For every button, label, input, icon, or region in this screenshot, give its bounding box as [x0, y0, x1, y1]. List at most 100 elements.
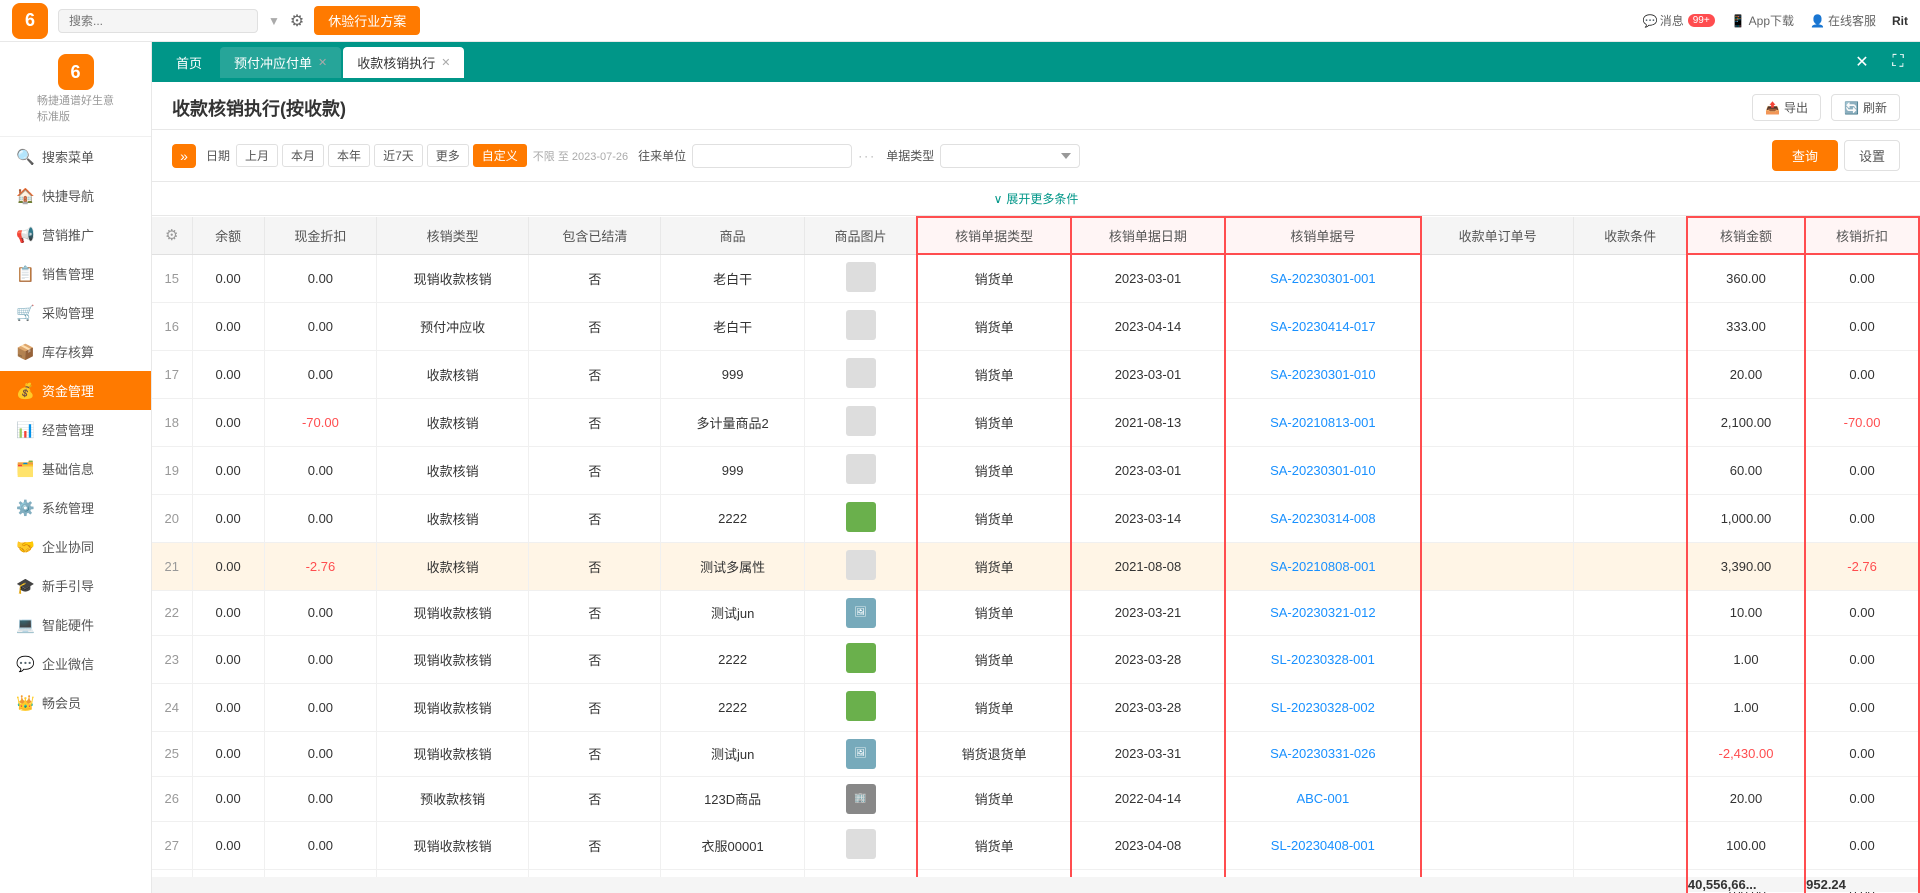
setting-btn[interactable]: 设置	[1844, 140, 1900, 171]
table-container[interactable]: ⚙ 余额 现金折扣 核销类型 包含已结清 商品 商品图片 核销单据类型 核销单据…	[152, 216, 1920, 893]
date-btn-custom[interactable]: 自定义	[473, 144, 527, 167]
sidebar-item-wechat[interactable]: 💬 企业微信	[0, 644, 151, 683]
cell-bill-no[interactable]: SA-20210813-001	[1225, 398, 1421, 446]
expand-more-btn[interactable]: ∨ 展开更多条件	[984, 186, 1089, 211]
partner-input[interactable]	[692, 144, 852, 168]
sidebar-item-purchase[interactable]: 🛒 采购管理	[0, 293, 151, 332]
billtype-select[interactable]	[940, 144, 1080, 168]
user-name[interactable]: Rit	[1892, 14, 1908, 28]
cell-bill-no[interactable]: SA-20230314-008	[1225, 494, 1421, 542]
bill-no-link[interactable]: SA-20230301-001	[1270, 271, 1376, 286]
sidebar-item-marketing[interactable]: 📢 营销推广	[0, 215, 151, 254]
query-btn[interactable]: 查询	[1772, 140, 1838, 171]
inventory-icon: 📦	[16, 343, 34, 361]
sidebar-item-bizmanage[interactable]: 📊 经营管理	[0, 410, 151, 449]
bill-no-link[interactable]: SA-20210813-001	[1270, 415, 1376, 430]
cell-bill-date: 2023-03-01	[1071, 446, 1225, 494]
date-btn-thismonth[interactable]: 本月	[282, 144, 324, 167]
refresh-btn[interactable]: 🔄 刷新	[1831, 94, 1900, 121]
sidebar-item-quicknav[interactable]: 🏠 快捷导航	[0, 176, 151, 215]
cell-bill-no[interactable]: SA-20210808-001	[1225, 542, 1421, 590]
cell-goods: 2222	[661, 494, 804, 542]
gear-icon[interactable]: ⚙	[165, 227, 178, 244]
cell-include-settled: 否	[529, 635, 661, 683]
cell-bill-no[interactable]: ABC-001	[1225, 776, 1421, 821]
filter-expand-btn[interactable]: »	[172, 144, 196, 168]
cell-bill-no[interactable]: SL-20230328-001	[1225, 635, 1421, 683]
bill-no-link[interactable]: SA-20230321-012	[1270, 605, 1376, 620]
tab-close-prepay[interactable]: ✕	[318, 56, 327, 69]
sidebar-label: 快捷导航	[42, 186, 94, 205]
msg-area[interactable]: 💬 消息 99+	[1643, 12, 1715, 29]
cell-bill-no[interactable]: SL-20230328-002	[1225, 683, 1421, 731]
bill-no-link[interactable]: SA-20230301-010	[1270, 367, 1376, 382]
bill-no-link[interactable]: SL-20230328-001	[1271, 652, 1375, 667]
sidebar-item-basicinfo[interactable]: 🗂️ 基础信息	[0, 449, 151, 488]
bill-no-link[interactable]: SA-20230314-008	[1270, 511, 1376, 526]
tab-close-btn[interactable]: ✕	[1848, 48, 1876, 76]
logo-icon: 6	[12, 3, 48, 39]
cell-verify-type: 现销收款核销	[377, 731, 529, 776]
bill-no-link[interactable]: SA-20230414-017	[1270, 319, 1376, 334]
sidebar-item-sales[interactable]: 📋 销售管理	[0, 254, 151, 293]
gear-settings-icon[interactable]: ⚙	[290, 11, 304, 31]
tab-home[interactable]: 首页	[160, 47, 218, 78]
col-gear[interactable]: ⚙	[152, 217, 192, 254]
tab-expand-btn[interactable]: ⛶	[1884, 48, 1912, 76]
tab-label: 收款核销执行	[357, 53, 435, 72]
sidebar-item-hardware[interactable]: 💻 智能硬件	[0, 605, 151, 644]
sidebar-label: 基础信息	[42, 459, 94, 478]
bill-no-link[interactable]: SL-20230328-002	[1271, 700, 1375, 715]
app-download[interactable]: 📱 App下载	[1731, 12, 1794, 29]
footer-verify-discount: 952.24	[1805, 876, 1919, 893]
cell-verify-discount: -2.76	[1805, 542, 1919, 590]
date-btn-more[interactable]: 更多	[427, 144, 469, 167]
basic-icon: 🗂️	[16, 460, 34, 478]
sidebar: 6 畅捷通谱好生意标准版 🔍 搜索菜单 🏠 快捷导航 📢 营销推广 📋 销售管理…	[0, 42, 152, 893]
sidebar-item-inventory[interactable]: 📦 库存核算	[0, 332, 151, 371]
tab-receipt[interactable]: 收款核销执行 ✕	[343, 47, 464, 78]
cell-bill-date: 2023-03-28	[1071, 635, 1225, 683]
cell-bill-type: 销货退货单	[917, 731, 1071, 776]
date-btn-7days[interactable]: 近7天	[374, 144, 423, 167]
cell-bill-no[interactable]: SL-20230408-001	[1225, 821, 1421, 869]
sidebar-item-member[interactable]: 👑 畅会员	[0, 683, 151, 722]
cell-receipt-order-no	[1421, 590, 1574, 635]
tab-close-receipt[interactable]: ✕	[441, 56, 450, 69]
bill-no-link[interactable]: SL-20230408-001	[1271, 838, 1375, 853]
industry-btn[interactable]: 休验行业方案	[314, 6, 420, 35]
bill-no-link[interactable]: SA-20210808-001	[1270, 559, 1376, 574]
cell-bill-no[interactable]: SA-20230301-010	[1225, 446, 1421, 494]
cell-receipt-order-no	[1421, 350, 1574, 398]
export-btn[interactable]: 📤 导出	[1752, 94, 1821, 121]
bill-no-link[interactable]: SA-20230301-010	[1270, 463, 1376, 478]
cell-bill-no[interactable]: SA-20230414-017	[1225, 302, 1421, 350]
cell-cash-discount: 0.00	[264, 590, 376, 635]
cell-bill-no[interactable]: SA-20230301-010	[1225, 350, 1421, 398]
cell-goods: 老白干	[661, 302, 804, 350]
cell-goods-img	[804, 446, 917, 494]
col-receipt-order-no: 收款单订单号	[1421, 217, 1574, 254]
msg-badge: 99+	[1688, 14, 1715, 27]
bill-no-link[interactable]: ABC-001	[1296, 791, 1349, 806]
sidebar-item-guide[interactable]: 🎓 新手引导	[0, 566, 151, 605]
online-service[interactable]: 👤 在线客服	[1810, 12, 1876, 29]
date-btn-lastmonth[interactable]: 上月	[236, 144, 278, 167]
date-options: 上月 本月 本年 近7天 更多 自定义	[236, 144, 527, 167]
sidebar-item-collab[interactable]: 🤝 企业协同	[0, 527, 151, 566]
search-input[interactable]	[58, 9, 258, 33]
sidebar-item-search[interactable]: 🔍 搜索菜单	[0, 137, 151, 176]
cell-bill-no[interactable]: SA-20230301-001	[1225, 254, 1421, 302]
sidebar-item-sysmanage[interactable]: ⚙️ 系统管理	[0, 488, 151, 527]
date-btn-thisyear[interactable]: 本年	[328, 144, 370, 167]
bill-no-link[interactable]: SA-20230331-026	[1270, 746, 1376, 761]
cell-id: 16	[152, 302, 192, 350]
sidebar-item-finance[interactable]: 💰 资金管理	[0, 371, 151, 410]
cell-cash-discount: 0.00	[264, 683, 376, 731]
cell-bill-no[interactable]: SA-20230331-026	[1225, 731, 1421, 776]
cell-bill-no[interactable]: SA-20230321-012	[1225, 590, 1421, 635]
tab-prepay[interactable]: 预付冲应付单 ✕	[220, 47, 341, 78]
sidebar-label: 企业微信	[42, 654, 94, 673]
table-row: 190.000.00收款核销否999销货单2023-03-01SA-202303…	[152, 446, 1919, 494]
cell-balance: 0.00	[192, 302, 264, 350]
